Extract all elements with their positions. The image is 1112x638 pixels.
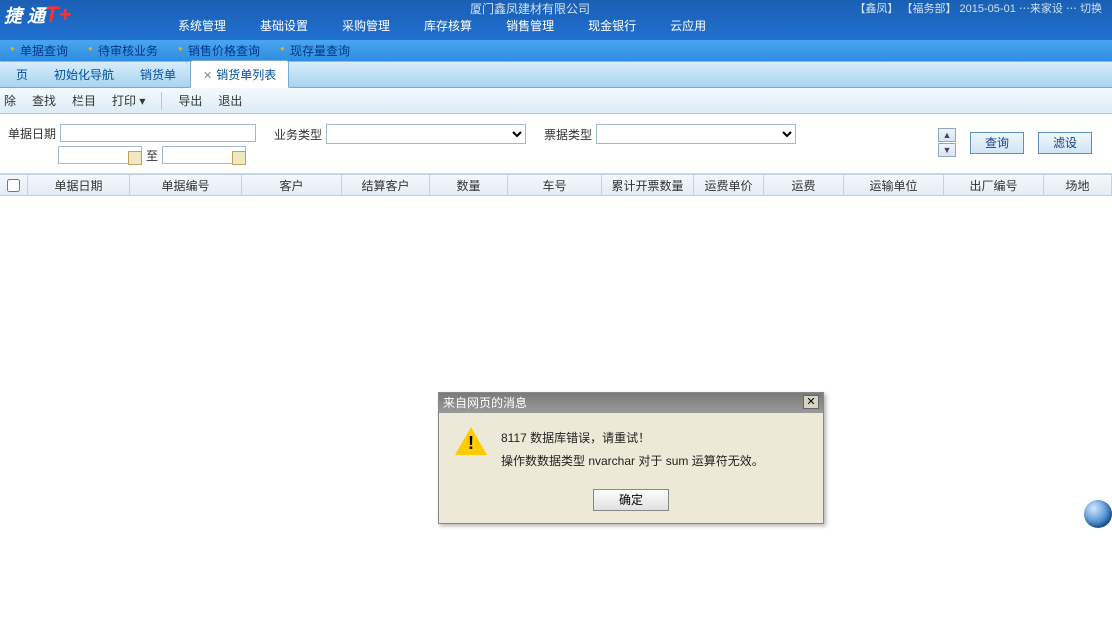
dialog-title-text: 来自网页的消息 bbox=[443, 393, 527, 413]
dialog-titlebar: 来自网页的消息 ✕ bbox=[439, 393, 823, 413]
dialog-message: 8117 数据库错误，请重试！ 操作数数据类型 nvarchar 对于 sum … bbox=[501, 427, 764, 473]
dialog-line2: 操作数数据类型 nvarchar 对于 sum 运算符无效。 bbox=[501, 450, 764, 473]
error-dialog: 来自网页的消息 ✕ 8117 数据库错误，请重试！ 操作数数据类型 nvarch… bbox=[438, 392, 824, 524]
globe-icon bbox=[1084, 500, 1112, 528]
dialog-line1: 8117 数据库错误，请重试！ bbox=[501, 427, 764, 450]
warning-icon bbox=[455, 427, 487, 455]
dialog-ok-button[interactable]: 确定 bbox=[593, 489, 669, 511]
dialog-close-button[interactable]: ✕ bbox=[803, 395, 819, 409]
modal-backdrop: 来自网页的消息 ✕ 8117 数据库错误，请重试！ 操作数数据类型 nvarch… bbox=[0, 0, 1112, 638]
